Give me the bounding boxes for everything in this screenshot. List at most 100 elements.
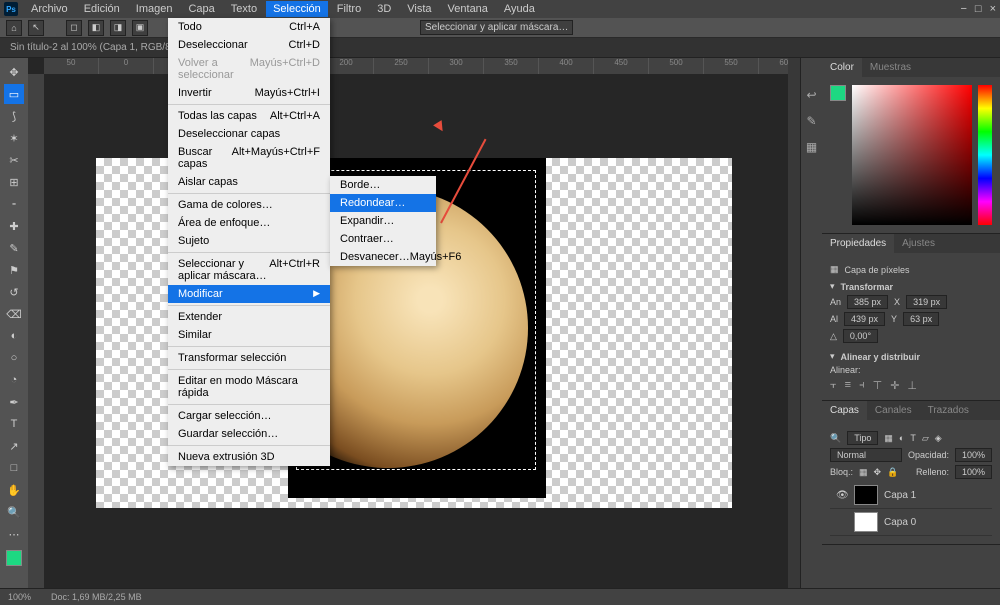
- x-field[interactable]: 319 px: [906, 295, 947, 309]
- close-button[interactable]: ×: [990, 3, 996, 15]
- menu-archivo[interactable]: Archivo: [24, 1, 75, 17]
- filter-shape-icon[interactable]: ▱: [922, 433, 929, 444]
- width-field[interactable]: 385 px: [847, 295, 888, 309]
- height-field[interactable]: 439 px: [844, 312, 885, 326]
- brushes-icon[interactable]: ✎: [806, 114, 816, 128]
- blend-mode-select[interactable]: Normal: [830, 448, 902, 462]
- menu-item[interactable]: Cargar selección…: [168, 407, 330, 425]
- menu-item[interactable]: Área de enfoque…: [168, 214, 330, 232]
- y-field[interactable]: 63 px: [903, 312, 939, 326]
- color-swatch[interactable]: [830, 85, 846, 101]
- menu-item[interactable]: Buscar capasAlt+Mayús+Ctrl+F: [168, 143, 330, 173]
- menu-item[interactable]: Expandir…: [330, 212, 436, 230]
- align-top-icon[interactable]: ⊤: [873, 379, 883, 392]
- menu-filtro[interactable]: Filtro: [330, 1, 368, 17]
- lock-position-icon[interactable]: ✥: [874, 467, 882, 478]
- menu-item[interactable]: Deseleccionar capas: [168, 125, 330, 143]
- menu-item[interactable]: Contraer…: [330, 230, 436, 248]
- healing-tool[interactable]: ✚: [4, 216, 24, 236]
- menu-selección[interactable]: Selección: [266, 1, 328, 17]
- history-brush-tool[interactable]: ↺: [4, 282, 24, 302]
- tab-channels[interactable]: Canales: [867, 401, 920, 420]
- tab-paths[interactable]: Trazados: [920, 401, 977, 420]
- select-and-mask-button[interactable]: Seleccionar y aplicar máscara…: [420, 20, 573, 35]
- document-tab[interactable]: Sin título-2 al 100% (Capa 1, RGB/8#) *: [0, 38, 1000, 58]
- menu-item[interactable]: Borde…: [330, 176, 436, 194]
- hand-tool[interactable]: ✋: [4, 480, 24, 500]
- home-icon[interactable]: ⌂: [6, 20, 22, 36]
- intersect-selection-icon[interactable]: ▣: [132, 20, 148, 36]
- gradient-tool[interactable]: ◐: [4, 326, 24, 346]
- blur-tool[interactable]: ○: [4, 348, 24, 368]
- maximize-button[interactable]: □: [975, 3, 982, 15]
- minimize-button[interactable]: −: [960, 3, 966, 15]
- angle-field[interactable]: 0,00°: [843, 329, 878, 343]
- foreground-color-swatch[interactable]: [6, 550, 22, 566]
- filter-image-icon[interactable]: ▦: [884, 433, 893, 444]
- history-icon[interactable]: ↩: [806, 88, 816, 102]
- zoom-level[interactable]: 100%: [8, 592, 31, 602]
- menu-imagen[interactable]: Imagen: [129, 1, 180, 17]
- color-field[interactable]: [852, 85, 972, 225]
- menu-item[interactable]: DeseleccionarCtrl+D: [168, 36, 330, 54]
- menu-3d[interactable]: 3D: [370, 1, 398, 17]
- menu-item[interactable]: Redondear…: [330, 194, 436, 212]
- menu-edición[interactable]: Edición: [77, 1, 127, 17]
- layer-name[interactable]: Capa 1: [884, 490, 916, 501]
- lasso-tool[interactable]: ⟆: [4, 106, 24, 126]
- menu-item[interactable]: Similar: [168, 326, 330, 344]
- lock-pixels-icon[interactable]: ▦: [859, 467, 868, 478]
- menu-ventana[interactable]: Ventana: [441, 1, 495, 17]
- hue-slider[interactable]: [978, 85, 992, 225]
- menu-item[interactable]: TodoCtrl+A: [168, 18, 330, 36]
- new-selection-icon[interactable]: ◻: [66, 20, 82, 36]
- subtract-selection-icon[interactable]: ◨: [110, 20, 126, 36]
- menu-item[interactable]: Guardar selección…: [168, 425, 330, 443]
- layer-row[interactable]: 👁 Capa 1: [830, 482, 992, 509]
- lock-all-icon[interactable]: 🔒: [887, 467, 898, 478]
- menu-texto[interactable]: Texto: [224, 1, 264, 17]
- menu-item[interactable]: Modificar▶: [168, 285, 330, 303]
- align-left-icon[interactable]: ⫟: [830, 379, 837, 392]
- eyedropper-tool[interactable]: ⁃: [4, 194, 24, 214]
- filter-smart-icon[interactable]: ◈: [935, 433, 942, 444]
- menu-item[interactable]: Aislar capas: [168, 173, 330, 191]
- layer-row[interactable]: Capa 0: [830, 509, 992, 536]
- menu-item[interactable]: Sujeto: [168, 232, 330, 250]
- menu-item[interactable]: Nueva extrusión 3D: [168, 448, 330, 466]
- layer-name[interactable]: Capa 0: [884, 517, 916, 528]
- menu-item[interactable]: Seleccionar y aplicar máscara…Alt+Ctrl+R: [168, 255, 330, 285]
- menu-capa[interactable]: Capa: [181, 1, 221, 17]
- filter-adjust-icon[interactable]: ◐: [899, 433, 904, 443]
- swatches-icon[interactable]: ▦: [806, 140, 817, 154]
- menu-item[interactable]: Gama de colores…: [168, 196, 330, 214]
- tab-properties[interactable]: Propiedades: [822, 234, 894, 253]
- menu-item[interactable]: Desvanecer…Mayús+F6: [330, 248, 436, 266]
- panel-collapse-bar[interactable]: [788, 58, 800, 588]
- tab-layers[interactable]: Capas: [822, 401, 867, 420]
- menu-item[interactable]: Transformar selección: [168, 349, 330, 367]
- path-tool[interactable]: ↗: [4, 436, 24, 456]
- frame-tool[interactable]: ⊞: [4, 172, 24, 192]
- shape-tool[interactable]: □: [4, 458, 24, 478]
- tab-adjustments[interactable]: Ajustes: [894, 234, 943, 253]
- zoom-tool[interactable]: 🔍: [4, 502, 24, 522]
- tool-preset-icon[interactable]: ↖: [28, 20, 44, 36]
- align-bottom-icon[interactable]: ⊥: [907, 379, 917, 392]
- menu-item[interactable]: Todas las capasAlt+Ctrl+A: [168, 107, 330, 125]
- fill-field[interactable]: 100%: [955, 465, 992, 479]
- opacity-field[interactable]: 100%: [955, 448, 992, 462]
- crop-tool[interactable]: ✂: [4, 150, 24, 170]
- marquee-tool[interactable]: ▭: [4, 84, 24, 104]
- menu-vista[interactable]: Vista: [400, 1, 438, 17]
- edit-toolbar[interactable]: ⋯: [4, 524, 24, 544]
- menu-item[interactable]: Volver a seleccionarMayús+Ctrl+D: [168, 54, 330, 84]
- filter-type-icon[interactable]: T: [910, 433, 916, 443]
- move-tool[interactable]: ✥: [4, 62, 24, 82]
- menu-ayuda[interactable]: Ayuda: [497, 1, 542, 17]
- menu-item[interactable]: Extender: [168, 308, 330, 326]
- type-tool[interactable]: T: [4, 414, 24, 434]
- layer-filter-type[interactable]: Tipo: [847, 431, 878, 445]
- visibility-icon[interactable]: 👁: [836, 490, 848, 501]
- tab-swatches[interactable]: Muestras: [862, 58, 919, 77]
